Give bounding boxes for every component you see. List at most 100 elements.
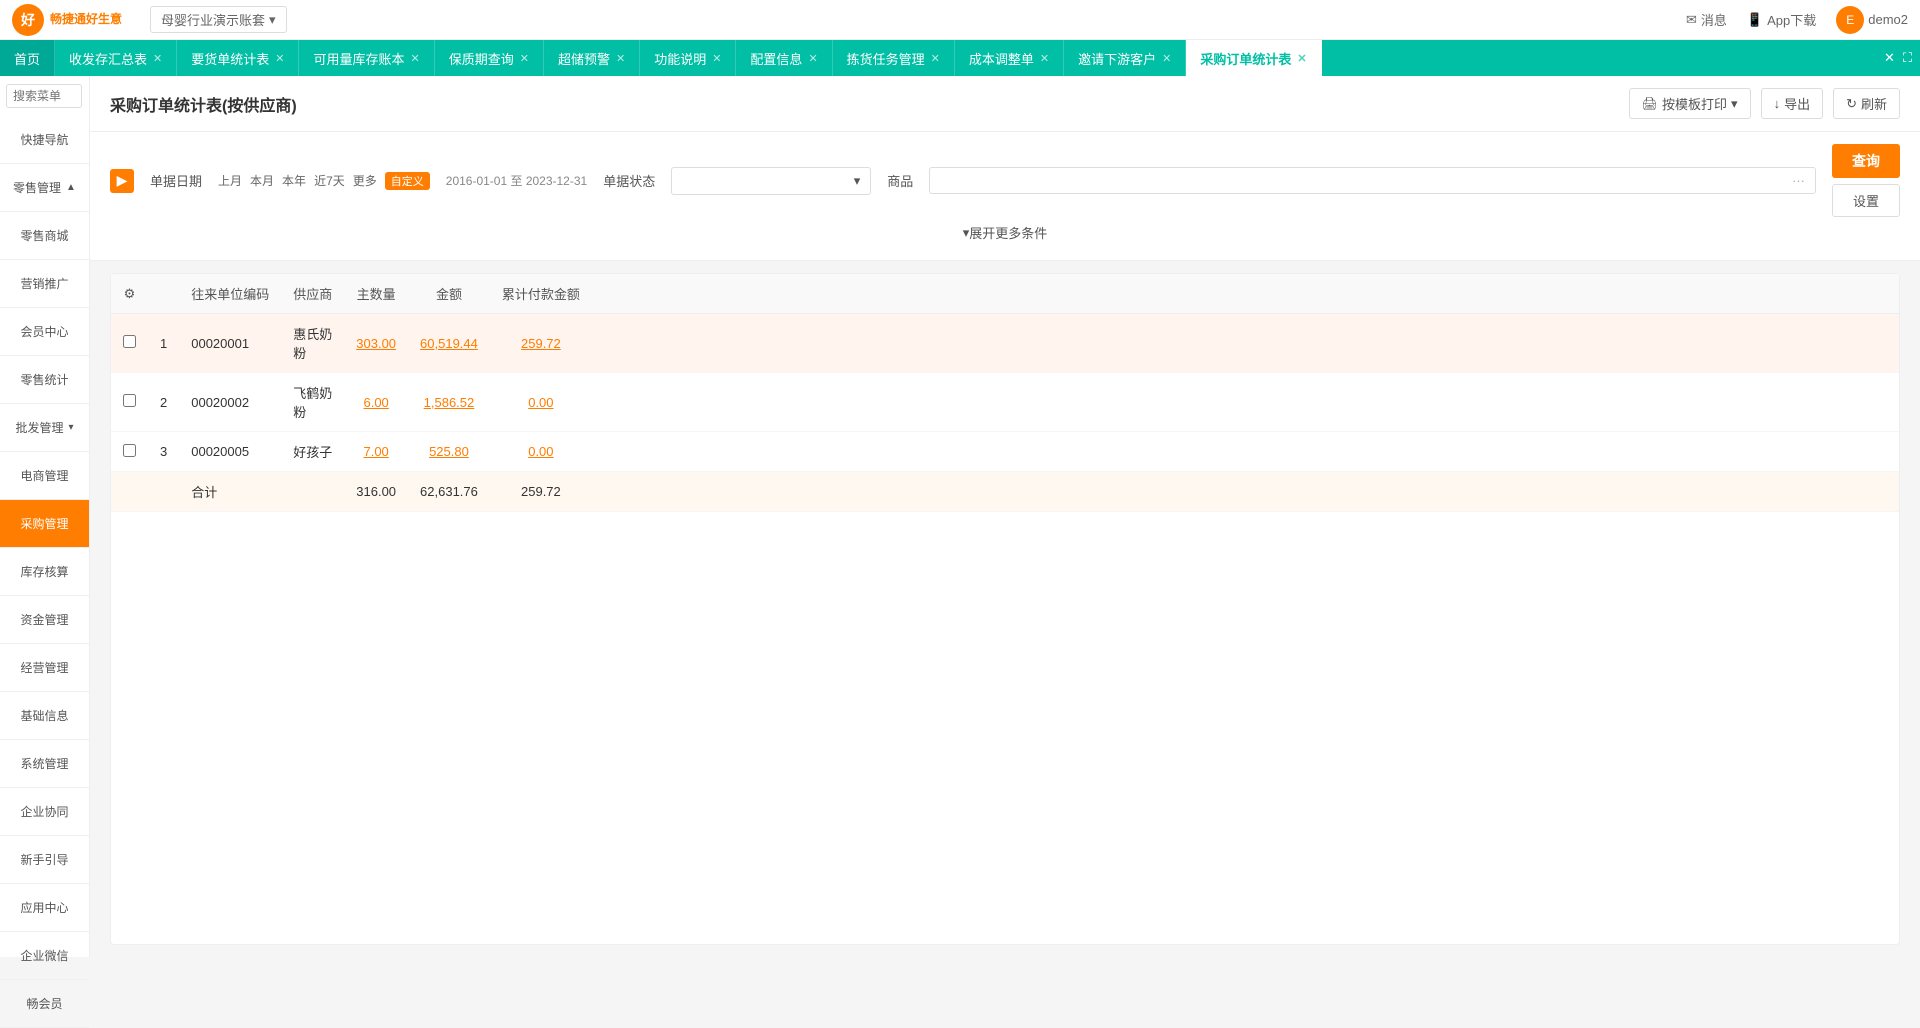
- tab-shoufaHuizong[interactable]: 收发存汇总表 ✕: [55, 40, 177, 76]
- tab-baozhi-close[interactable]: ✕: [520, 52, 529, 65]
- quantity-link[interactable]: 303.00: [356, 336, 396, 351]
- sidebar-item-xitong-guanli[interactable]: 系统管理: [0, 740, 89, 788]
- tab-yaoqingXiayou-close[interactable]: ✕: [1162, 52, 1171, 65]
- goods-input[interactable]: ···: [929, 167, 1816, 194]
- amount-link[interactable]: 525.80: [429, 444, 469, 459]
- paid-amount-link[interactable]: 0.00: [528, 395, 553, 410]
- row-quantity-cell[interactable]: 7.00: [344, 432, 408, 472]
- tab-caigouTongji[interactable]: 采购订单统计表 ✕: [1186, 40, 1321, 76]
- sidebar-item-quick-nav[interactable]: 快捷导航: [0, 116, 89, 164]
- search-input[interactable]: [6, 84, 82, 108]
- custom-date-tag[interactable]: 自定义: [385, 172, 430, 190]
- tab-keyongLiangku[interactable]: 可用量库存账本 ✕: [299, 40, 434, 76]
- date-shortcut-7days[interactable]: 近7天: [314, 172, 345, 189]
- status-select[interactable]: ▾: [671, 167, 871, 195]
- tab-chaochuyujing[interactable]: 超储预警 ✕: [544, 40, 640, 76]
- refresh-button[interactable]: ↻ 刷新: [1833, 88, 1900, 119]
- row-paid-amount-cell[interactable]: 259.72: [490, 314, 592, 373]
- amount-link[interactable]: 1,586.52: [424, 395, 475, 410]
- tab-yaoqingXiayou[interactable]: 邀请下游客户 ✕: [1064, 40, 1186, 76]
- row-quantity-cell[interactable]: 303.00: [344, 314, 408, 373]
- sidebar-item-chang-huiyuan[interactable]: 畅会员: [0, 980, 89, 1028]
- expand-more-button[interactable]: ▾ 展开更多条件: [110, 217, 1900, 248]
- sidebar-lingshao-shangcheng-label: 零售商城: [20, 227, 68, 244]
- app-download-button[interactable]: 📱 App下载: [1747, 10, 1816, 29]
- row-amount-cell[interactable]: 525.80: [408, 432, 490, 472]
- date-shortcut-more[interactable]: 更多: [353, 172, 377, 189]
- ellipsis-icon[interactable]: ···: [1792, 173, 1805, 188]
- tab-yaohuoDan-close[interactable]: ✕: [275, 52, 284, 65]
- nav-expand-icon[interactable]: ⛶: [1903, 50, 1912, 66]
- tab-yaohuoDan[interactable]: 要货单统计表 ✕: [177, 40, 299, 76]
- th-supplier: 供应商: [281, 274, 344, 314]
- tab-paihuoRenwu-close[interactable]: ✕: [931, 52, 940, 65]
- date-shortcut-last-month[interactable]: 上月: [218, 172, 242, 189]
- nav-close-icon[interactable]: ✕: [1884, 50, 1895, 66]
- export-button[interactable]: ↓ 导出: [1761, 88, 1824, 119]
- amount-link[interactable]: 60,519.44: [420, 336, 478, 351]
- sidebar-huiyuan-zhongxin-label: 会员中心: [20, 323, 68, 340]
- settings-icon[interactable]: ⚙: [124, 286, 136, 301]
- tab-chengbenTiaozheng-close[interactable]: ✕: [1040, 52, 1049, 65]
- message-button[interactable]: ✉ 消息: [1686, 10, 1727, 29]
- sidebar-item-zijin-guanli[interactable]: 资金管理: [0, 596, 89, 644]
- tab-home[interactable]: 首页: [0, 40, 55, 76]
- tab-shoufaHuizong-close[interactable]: ✕: [153, 52, 162, 65]
- date-shortcut-this-month[interactable]: 本月: [250, 172, 274, 189]
- expand-more-label: 展开更多条件: [969, 223, 1047, 242]
- tab-chaochuyujing-close[interactable]: ✕: [616, 52, 625, 65]
- quantity-link[interactable]: 6.00: [363, 395, 388, 410]
- status-filter-label: 单据状态: [603, 171, 655, 190]
- row-checkbox[interactable]: [123, 444, 136, 457]
- sidebar-item-qiye-xietong[interactable]: 企业协同: [0, 788, 89, 836]
- template-print-button[interactable]: 🖨 按模板打印 ▾: [1629, 88, 1751, 119]
- sidebar-item-kucun-hehe[interactable]: 库存核算: [0, 548, 89, 596]
- sidebar-item-huiyuan-zhongxin[interactable]: 会员中心: [0, 308, 89, 356]
- paid-amount-link[interactable]: 0.00: [528, 444, 553, 459]
- row-amount-cell[interactable]: 60,519.44: [408, 314, 490, 373]
- sidebar-item-lingshao-tongji[interactable]: 零售统计: [0, 356, 89, 404]
- industry-selector[interactable]: 母婴行业演示账套 ▾: [150, 6, 287, 33]
- row-checkbox-cell[interactable]: [111, 314, 148, 373]
- sidebar-item-pifa-guanli[interactable]: 批发管理 ▾: [0, 404, 89, 452]
- tab-peizhi[interactable]: 配置信息 ✕: [736, 40, 832, 76]
- row-checkbox[interactable]: [123, 394, 136, 407]
- row-checkbox[interactable]: [123, 335, 136, 348]
- sidebar-item-qiye-weixin[interactable]: 企业微信: [0, 932, 89, 980]
- tab-caigouTongji-close[interactable]: ✕: [1297, 52, 1306, 65]
- tab-keyongLiangku-close[interactable]: ✕: [411, 52, 420, 65]
- paid-amount-link[interactable]: 259.72: [521, 336, 561, 351]
- footer-amount-cell: 62,631.76: [408, 472, 490, 512]
- sidebar-item-lingshao-guanli[interactable]: 零售管理 ▲: [0, 164, 89, 212]
- sidebar-item-lingshao-shangcheng[interactable]: 零售商城: [0, 212, 89, 260]
- tab-paihuoRenwu[interactable]: 拣货任务管理 ✕: [833, 40, 955, 76]
- row-supplier-cell: 好孩子: [281, 432, 344, 472]
- tab-baozhi[interactable]: 保质期查询 ✕: [435, 40, 544, 76]
- sidebar-item-yingxiao-tuiguang[interactable]: 营销推广: [0, 260, 89, 308]
- date-shortcut-this-year[interactable]: 本年: [282, 172, 306, 189]
- th-amount: 金额: [408, 274, 490, 314]
- sidebar-item-yingyong-zhongxin[interactable]: 应用中心: [0, 884, 89, 932]
- sidebar-item-jichu-xinxi[interactable]: 基础信息: [0, 692, 89, 740]
- footer-index-cell: [148, 472, 179, 512]
- tab-peizhi-close[interactable]: ✕: [808, 52, 817, 65]
- filter-toggle-button[interactable]: ▶: [110, 169, 134, 193]
- th-settings[interactable]: ⚙: [111, 274, 148, 314]
- settings-button[interactable]: 设置: [1832, 184, 1900, 217]
- row-checkbox-cell[interactable]: [111, 432, 148, 472]
- query-button[interactable]: 查询: [1832, 144, 1900, 178]
- row-paid-amount-cell[interactable]: 0.00: [490, 373, 592, 432]
- row-paid-amount-cell[interactable]: 0.00: [490, 432, 592, 472]
- sidebar-item-caigou-guanli[interactable]: 采购管理: [0, 500, 89, 548]
- sidebar-item-jingying-guanli[interactable]: 经营管理: [0, 644, 89, 692]
- tab-gongnengShuoming[interactable]: 功能说明 ✕: [640, 40, 736, 76]
- sidebar-item-xinshou-yindao[interactable]: 新手引导: [0, 836, 89, 884]
- sidebar-item-dianshang-guanli[interactable]: 电商管理: [0, 452, 89, 500]
- tab-chengbenTiaozheng[interactable]: 成本调整单 ✕: [955, 40, 1064, 76]
- row-checkbox-cell[interactable]: [111, 373, 148, 432]
- row-amount-cell[interactable]: 1,586.52: [408, 373, 490, 432]
- quantity-link[interactable]: 7.00: [363, 444, 388, 459]
- row-quantity-cell[interactable]: 6.00: [344, 373, 408, 432]
- user-area[interactable]: E demo2: [1836, 6, 1908, 34]
- tab-gongnengShuoming-close[interactable]: ✕: [712, 52, 721, 65]
